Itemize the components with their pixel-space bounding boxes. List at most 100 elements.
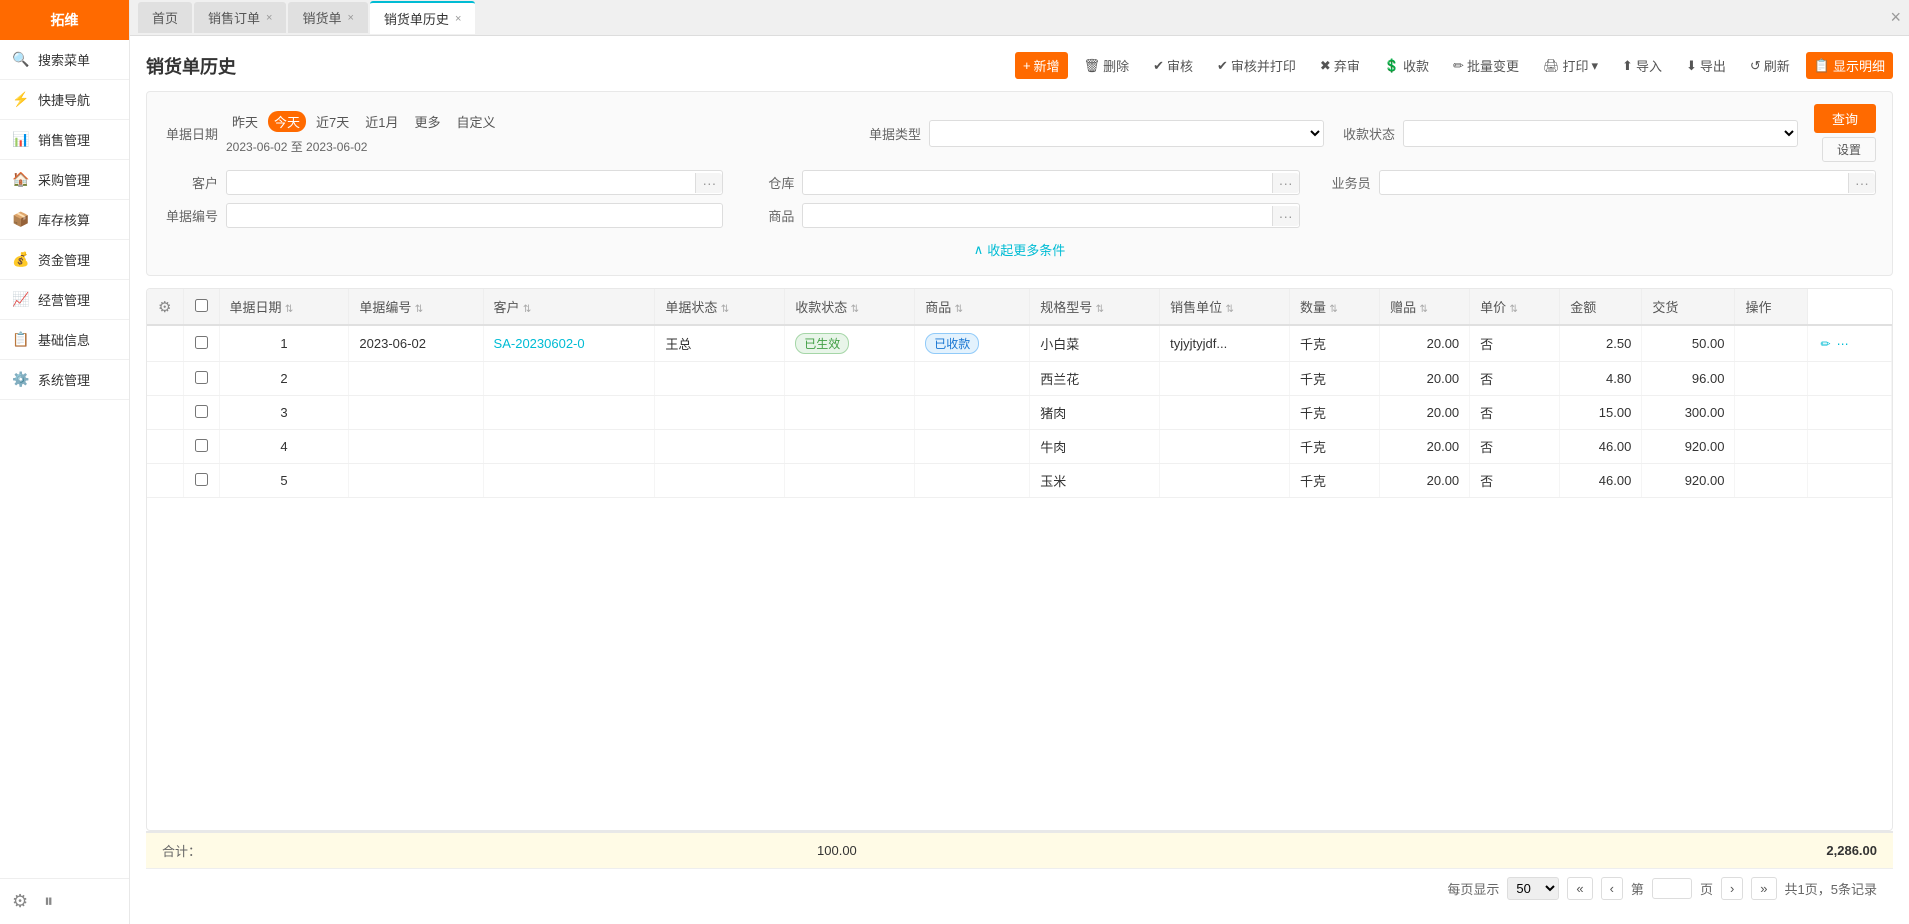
- customer-input[interactable]: [227, 171, 695, 194]
- row-docno-2[interactable]: [483, 396, 655, 430]
- print-dropdown-icon: ▾: [1592, 58, 1599, 74]
- tab-sales-delivery[interactable]: 销货单 ×: [288, 2, 367, 33]
- footer-amount-total: 2,286.00: [1826, 843, 1877, 858]
- row-customer-1: [655, 362, 785, 396]
- row-op-0-0[interactable]: ✏: [1818, 337, 1834, 351]
- row-check-3[interactable]: [195, 439, 208, 452]
- tab-sales-order[interactable]: 销售订单 ×: [194, 2, 286, 33]
- row-docno-3[interactable]: [483, 430, 655, 464]
- tab-sales-history-close[interactable]: ×: [455, 13, 461, 25]
- staff-input[interactable]: [1380, 171, 1848, 194]
- price-sort-icon[interactable]: ⇅: [1510, 304, 1518, 315]
- export-button[interactable]: ⬇ 导出: [1678, 52, 1734, 79]
- row-check-1[interactable]: [195, 371, 208, 384]
- tab-sales-delivery-close[interactable]: ×: [347, 12, 353, 24]
- sidebar-item-system[interactable]: ⚙️ 系统管理: [0, 360, 129, 400]
- sidebar-item-sales[interactable]: 📊 销售管理: [0, 120, 129, 160]
- import-button[interactable]: ⬆ 导入: [1614, 52, 1670, 79]
- batch-change-button[interactable]: ✏ 批量变更: [1445, 52, 1527, 79]
- query-button[interactable]: 查询: [1814, 104, 1876, 133]
- sidebar-item-quick-label: 快捷导航: [38, 90, 90, 109]
- tab-sales-history[interactable]: 销货单历史 ×: [370, 1, 475, 34]
- row-receipt-status-1: [915, 362, 1030, 396]
- row-op-0-1[interactable]: ⋯: [1834, 337, 1852, 351]
- print-button[interactable]: 🖨 打印 ▾: [1535, 52, 1606, 79]
- row-doc-status-2: [785, 396, 915, 430]
- row-docno-1[interactable]: [483, 362, 655, 396]
- row-check-4[interactable]: [195, 473, 208, 486]
- setting-filter-button[interactable]: 设置: [1822, 137, 1876, 162]
- receipt-status-select[interactable]: [1403, 120, 1798, 147]
- date-tag-container: 昨天 今天 近7天 近1月 更多 自定义: [226, 111, 502, 132]
- select-all-checkbox[interactable]: [195, 299, 208, 312]
- row-check-0[interactable]: [195, 336, 208, 349]
- close-all-tabs-btn[interactable]: ×: [1890, 7, 1901, 28]
- docno-sort-icon[interactable]: ⇅: [415, 304, 423, 315]
- tab-sales-order-close[interactable]: ×: [266, 12, 272, 24]
- sidebar-item-purchase[interactable]: 🏠 采购管理: [0, 160, 129, 200]
- date-tag-7days[interactable]: 近7天: [310, 111, 355, 132]
- table-settings-icon[interactable]: ⚙: [158, 299, 171, 316]
- unit-sort-icon[interactable]: ⇅: [1225, 304, 1233, 315]
- date-tag-1month[interactable]: 近1月: [359, 111, 404, 132]
- staff-dots-btn[interactable]: ···: [1848, 173, 1875, 193]
- row-check-2[interactable]: [195, 405, 208, 418]
- date-tag-yesterday[interactable]: 昨天: [226, 111, 264, 132]
- date-tag-more[interactable]: 更多: [409, 111, 447, 132]
- col-receipt-status: 收款状态 ⇅: [785, 289, 915, 325]
- cancel-audit-button[interactable]: ✖ 弃审: [1312, 52, 1368, 79]
- date-tag-today[interactable]: 今天: [268, 111, 306, 132]
- first-page-btn[interactable]: «: [1567, 877, 1592, 900]
- tab-home[interactable]: 首页: [138, 2, 192, 33]
- row-docno-4[interactable]: [483, 464, 655, 498]
- goods-input[interactable]: [803, 204, 1271, 227]
- qty-sort-icon[interactable]: ⇅: [1329, 304, 1337, 315]
- x-icon: ✖: [1320, 58, 1331, 74]
- goods-dots-btn[interactable]: ···: [1272, 206, 1299, 226]
- row-doc-status-1: [785, 362, 915, 396]
- warehouse-label: 仓库: [739, 173, 794, 192]
- row-ops-2: [1807, 396, 1891, 430]
- spec-sort-icon[interactable]: ⇅: [1096, 304, 1104, 315]
- sidebar-item-finance[interactable]: 💰 资金管理: [0, 240, 129, 280]
- sidebar-settings-btn[interactable]: ⚙: [8, 887, 32, 916]
- receipt-status-sort-icon[interactable]: ⇅: [851, 304, 859, 315]
- page-number-input[interactable]: 1: [1652, 878, 1692, 899]
- type-select[interactable]: [929, 120, 1324, 147]
- docno-input[interactable]: [226, 203, 723, 228]
- gift-sort-icon[interactable]: ⇅: [1419, 304, 1427, 315]
- audit-button[interactable]: ✔ 审核: [1145, 52, 1201, 79]
- add-button[interactable]: + 新增: [1015, 52, 1068, 79]
- date-sort-icon[interactable]: ⇅: [285, 304, 293, 315]
- last-page-btn[interactable]: »: [1751, 877, 1776, 900]
- next-page-btn[interactable]: ›: [1721, 877, 1743, 900]
- sidebar-item-quick[interactable]: ⚡ 快捷导航: [0, 80, 129, 120]
- audit-print-button[interactable]: ✔ 审核并打印: [1209, 52, 1304, 79]
- sidebar-pause-btn[interactable]: ⏸: [40, 887, 57, 916]
- customer-sort-icon[interactable]: ⇅: [523, 304, 531, 315]
- prev-page-btn[interactable]: ‹: [1601, 877, 1623, 900]
- goods-sort-icon[interactable]: ⇅: [955, 304, 963, 315]
- customer-dots-btn[interactable]: ···: [695, 173, 722, 193]
- row-ops-4: [1807, 464, 1891, 498]
- sidebar-item-operation[interactable]: 📈 经营管理: [0, 280, 129, 320]
- page-size-select[interactable]: 20 50 100: [1507, 877, 1559, 900]
- collapse-btn[interactable]: ∧ 收起更多条件: [163, 236, 1876, 263]
- sidebar-item-search[interactable]: 🔍 搜索菜单: [0, 40, 129, 80]
- doc-status-badge-0: 已生效: [795, 333, 849, 354]
- sidebar-item-inventory[interactable]: 📦 库存核算: [0, 200, 129, 240]
- delete-button[interactable]: 🗑 删除: [1076, 52, 1138, 79]
- show-detail-button[interactable]: 📋 显示明细: [1806, 52, 1893, 79]
- row-amount-3: 920.00: [1642, 430, 1735, 464]
- warehouse-dots-btn[interactable]: ···: [1272, 173, 1299, 193]
- doc-status-sort-icon[interactable]: ⇅: [721, 304, 729, 315]
- sidebar-item-basic[interactable]: 📋 基础信息: [0, 320, 129, 360]
- warehouse-input[interactable]: [803, 171, 1271, 194]
- date-range-value: 2023-06-02 至 2023-06-02: [226, 138, 502, 155]
- row-price-1: 4.80: [1560, 362, 1642, 396]
- receipt-button[interactable]: 💲 收款: [1376, 52, 1437, 79]
- date-tag-custom[interactable]: 自定义: [451, 111, 502, 132]
- row-docno-0[interactable]: SA-20230602-0: [483, 325, 655, 362]
- refresh-button[interactable]: ↺ 刷新: [1742, 52, 1798, 79]
- row-goods-0: 小白菜: [1030, 325, 1160, 362]
